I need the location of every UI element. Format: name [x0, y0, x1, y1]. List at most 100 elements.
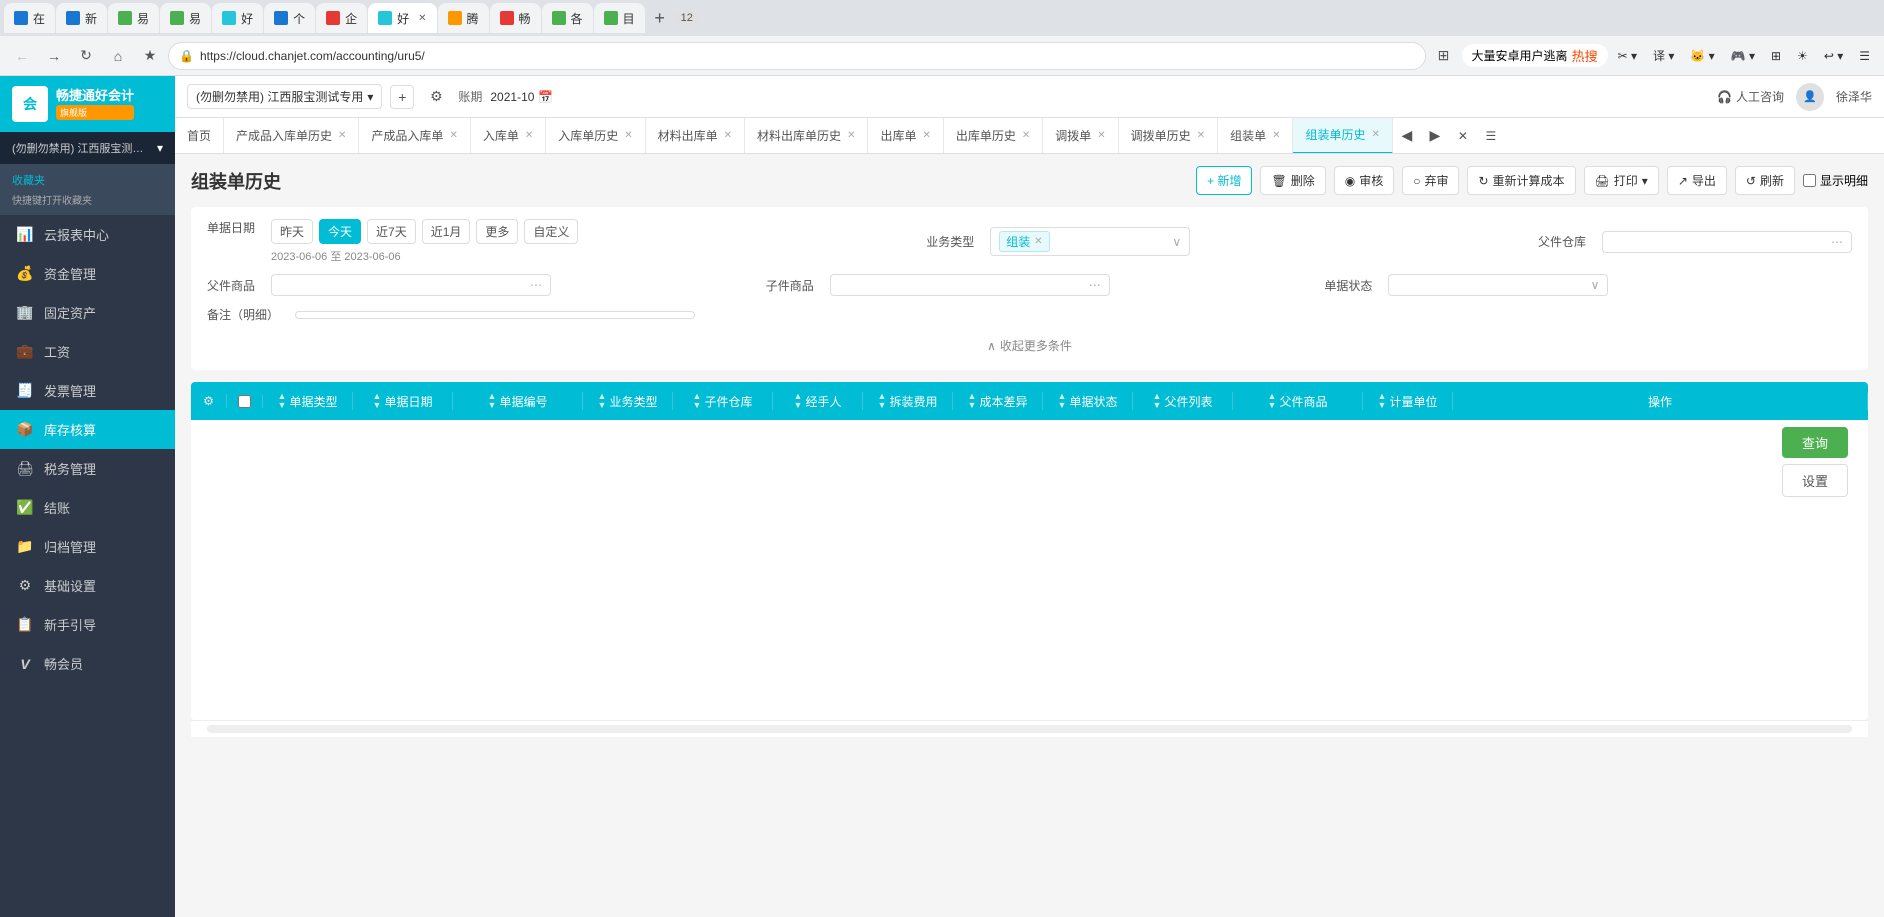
sidebar-item-settings[interactable]: ⚙ 基础设置 [0, 566, 175, 605]
browser-search-bar[interactable]: 大量安卓用户逃离 热搜 [1462, 44, 1608, 67]
refresh-page-button[interactable]: ↺ 刷新 [1735, 166, 1795, 195]
tab-prod-in-history-close[interactable]: ✕ [338, 130, 346, 141]
browser-tab-1[interactable]: 在 [4, 3, 55, 33]
tab-mat-out-history[interactable]: 材料出库单历史 ✕ [745, 118, 868, 154]
th-checkbox[interactable] [227, 395, 263, 408]
period-value[interactable]: 2021-10 📅 [490, 90, 553, 104]
add-button[interactable]: + 新增 [1196, 166, 1252, 195]
tab-out-history-close[interactable]: ✕ [1022, 130, 1030, 141]
app-grid-button[interactable]: ⊞ [1430, 42, 1458, 70]
browser-tab-7[interactable]: 企 [316, 3, 367, 33]
scissors-button[interactable]: ✂ ▾ [1612, 46, 1643, 66]
tab-alloc-close[interactable]: ✕ [1097, 130, 1105, 141]
browser-tab-5[interactable]: 好 [212, 3, 263, 33]
child-goods-more-icon[interactable]: ⋯ [1089, 278, 1101, 292]
last7days-btn[interactable]: 近7天 [367, 219, 416, 244]
parent-warehouse-more-icon[interactable]: ⋯ [1831, 235, 1843, 249]
yesterday-btn[interactable]: 昨天 [271, 219, 313, 244]
sidebar-item-wages[interactable]: 💼 工资 [0, 332, 175, 371]
grid-button[interactable]: ⊞ [1765, 46, 1787, 66]
tab-in-history[interactable]: 入库单历史 ✕ [546, 118, 645, 154]
delete-button[interactable]: 🗑 删除 [1260, 166, 1325, 195]
tab-prod-in-close[interactable]: ✕ [449, 130, 457, 141]
more-date-btn[interactable]: 更多 [476, 219, 518, 244]
tab-alloc-history[interactable]: 调拨单历史 ✕ [1119, 118, 1218, 154]
forward-button[interactable]: → [40, 42, 68, 70]
undo-button[interactable]: ↩ ▾ [1818, 46, 1849, 66]
user-avatar[interactable]: 👤 [1796, 83, 1824, 111]
bill-status-select[interactable]: ∨ [1388, 274, 1608, 296]
select-all-checkbox[interactable] [238, 395, 251, 408]
tab-home[interactable]: 首页 [175, 118, 224, 154]
show-detail-checkbox-wrapper[interactable]: 显示明细 [1803, 172, 1868, 189]
browser-tab-8[interactable]: 好 ✕ [368, 3, 436, 33]
abandon-button[interactable]: ○ 弃审 [1402, 166, 1459, 195]
help-btn[interactable]: 🎧 人工咨询 [1717, 88, 1784, 105]
tab-assemble-close[interactable]: ✕ [1272, 130, 1280, 141]
sidebar-item-checkout[interactable]: ✅ 结账 [0, 488, 175, 527]
sidebar-item-guide[interactable]: 📋 新手引导 [0, 605, 175, 644]
scroll-track[interactable] [207, 725, 1852, 733]
browser-tab-8-close[interactable]: ✕ [418, 13, 426, 24]
tab-out-history[interactable]: 出库单历史 ✕ [944, 118, 1043, 154]
collapse-bar[interactable]: ∧ 收起更多条件 [207, 333, 1852, 358]
sun-button[interactable]: ☀ [1791, 46, 1814, 66]
parent-warehouse-input[interactable]: ⋯ [1602, 231, 1852, 253]
child-goods-input[interactable]: ⋯ [830, 274, 1110, 296]
tab-mat-out-history-close[interactable]: ✕ [847, 130, 855, 141]
tab-assemble-history[interactable]: 组装单历史 ✕ [1293, 118, 1392, 154]
biz-type-input[interactable]: 组装 ✕ ∨ [990, 227, 1190, 256]
th-status[interactable]: ▲▼ 单据状态 [1043, 392, 1133, 410]
th-warehouse[interactable]: ▲▼ 子件仓库 [673, 392, 773, 410]
export-button[interactable]: ↗ 导出 [1667, 166, 1727, 195]
show-detail-checkbox[interactable] [1803, 174, 1816, 187]
tab-assemble-history-close[interactable]: ✕ [1372, 129, 1380, 140]
tab-in-history-close[interactable]: ✕ [624, 130, 632, 141]
th-settings[interactable]: ⚙ [191, 394, 227, 408]
parent-goods-more-icon[interactable]: ⋯ [530, 278, 542, 292]
browser-tab-2[interactable]: 新 [56, 3, 107, 33]
refresh-button[interactable]: ↻ [72, 42, 100, 70]
th-cost-diff[interactable]: ▲▼ 成本差异 [953, 392, 1043, 410]
favorites-button[interactable]: ★ [136, 42, 164, 70]
sidebar-item-fixed-assets[interactable]: 🏢 固定资产 [0, 293, 175, 332]
address-bar[interactable]: 🔒 https://cloud.chanjet.com/accounting/u… [168, 42, 1426, 70]
browser-tab-3[interactable]: 易 [108, 3, 159, 33]
custom-date-btn[interactable]: 自定义 [524, 219, 578, 244]
settings-gear-btn[interactable]: ⚙ [422, 83, 450, 111]
th-parent-list[interactable]: ▲▼ 父件列表 [1133, 392, 1233, 410]
cat-button[interactable]: 🐱 ▾ [1684, 46, 1720, 66]
tab-close-all[interactable]: ✕ [1449, 122, 1477, 150]
today-btn[interactable]: 今天 [319, 219, 361, 244]
company-info-bar[interactable]: (勿删勿禁用) 江西服宝测试专用 ▾ [0, 132, 175, 164]
tab-nav-right[interactable]: ▶ [1421, 122, 1449, 150]
tab-mat-out[interactable]: 材料出库单 ✕ [646, 118, 745, 154]
tab-alloc-history-close[interactable]: ✕ [1197, 130, 1205, 141]
tab-in-single-close[interactable]: ✕ [525, 130, 533, 141]
tab-alloc[interactable]: 调拨单 ✕ [1043, 118, 1118, 154]
print-button[interactable]: 🖨 打印 ▾ [1584, 166, 1659, 195]
browser-tab-11[interactable]: 各 [542, 3, 593, 33]
browser-tab-4[interactable]: 易 [160, 3, 211, 33]
tab-more-btn[interactable]: ☰ [1477, 122, 1505, 150]
menu-button[interactable]: ☰ [1853, 46, 1876, 66]
tab-prod-in[interactable]: 产成品入库单 ✕ [359, 118, 470, 154]
tab-assemble[interactable]: 组装单 ✕ [1218, 118, 1293, 154]
back-button[interactable]: ← [8, 42, 36, 70]
last1month-btn[interactable]: 近1月 [422, 219, 471, 244]
tab-prod-in-history[interactable]: 产成品入库单历史 ✕ [224, 118, 359, 154]
setting-filter-button[interactable]: 设置 [1782, 464, 1848, 497]
th-no[interactable]: ▲▼ 单据编号 [453, 392, 583, 410]
th-parent-goods[interactable]: ▲▼ 父件商品 [1233, 392, 1363, 410]
home-button[interactable]: ⌂ [104, 42, 132, 70]
tab-in-single[interactable]: 入库单 ✕ [471, 118, 546, 154]
biz-type-dropdown-icon[interactable]: ∨ [1172, 235, 1181, 249]
sidebar-item-archive[interactable]: 📁 归档管理 [0, 527, 175, 566]
translate-button[interactable]: 译 ▾ [1647, 44, 1680, 67]
remarks-input[interactable] [295, 311, 695, 319]
browser-tab-10[interactable]: 畅 [490, 3, 541, 33]
browser-tab-6[interactable]: 个 [264, 3, 315, 33]
game-button[interactable]: 🎮 ▾ [1725, 46, 1761, 66]
add-company-btn[interactable]: + [390, 85, 414, 109]
th-biz[interactable]: ▲▼ 业务类型 [583, 392, 673, 410]
